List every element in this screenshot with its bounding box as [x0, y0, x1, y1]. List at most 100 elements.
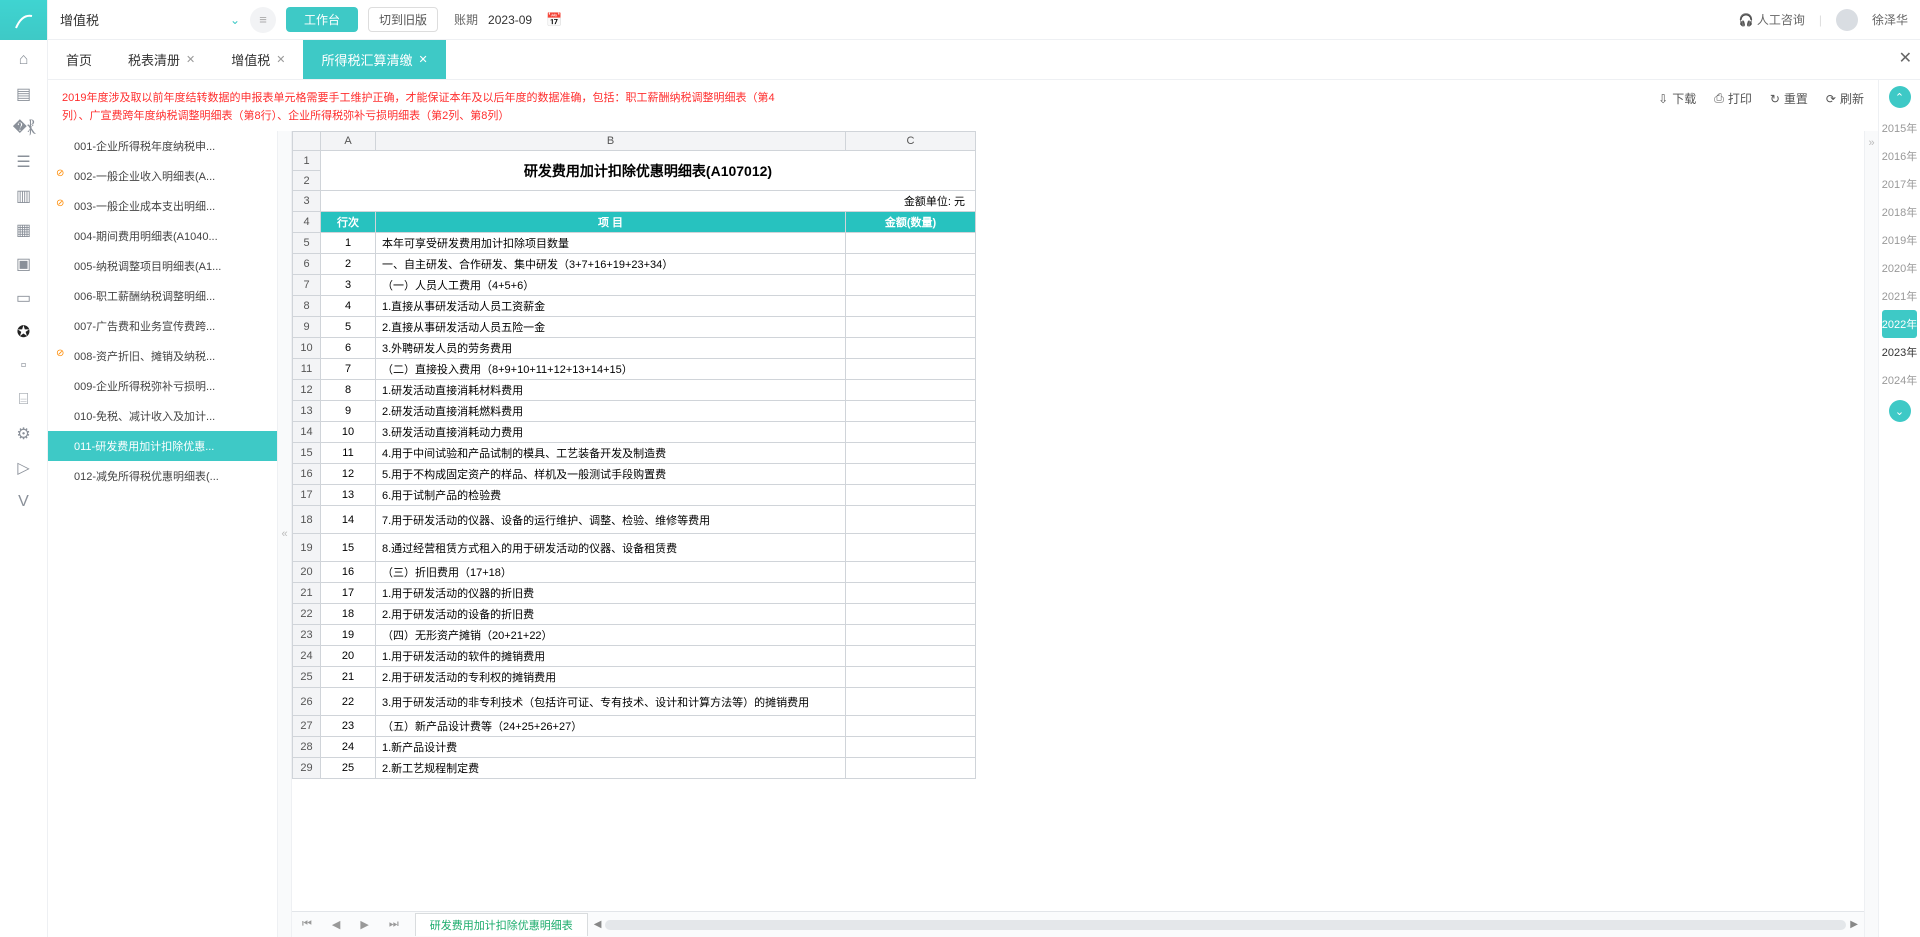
item-cell[interactable]: 1.研发活动直接消耗材料费用	[376, 380, 846, 401]
line-number-cell[interactable]: 7	[321, 359, 376, 380]
line-number-cell[interactable]: 16	[321, 562, 376, 583]
row-header[interactable]: 6	[293, 254, 321, 275]
close-icon[interactable]: ✕	[419, 53, 428, 66]
item-cell[interactable]: 6.用于试制产品的检验费	[376, 485, 846, 506]
form-list-item[interactable]: ⊘002-一般企业收入明细表(A...	[48, 161, 277, 191]
collapse-left-handle[interactable]: «	[278, 131, 292, 937]
year-item[interactable]: 2022年	[1882, 310, 1917, 338]
line-number-cell[interactable]: 8	[321, 380, 376, 401]
year-item[interactable]: 2023年	[1882, 338, 1917, 366]
amount-cell[interactable]	[846, 625, 976, 646]
sheet-prev-all[interactable]: ⏮	[292, 918, 322, 931]
year-item[interactable]: 2020年	[1882, 254, 1917, 282]
consult-link[interactable]: 🎧 人工咨询	[1739, 11, 1805, 28]
row-header[interactable]: 28	[293, 737, 321, 758]
row-header[interactable]: 17	[293, 485, 321, 506]
row-header[interactable]: 10	[293, 338, 321, 359]
nav-building-icon[interactable]: ▣	[14, 254, 34, 274]
line-number-cell[interactable]: 14	[321, 506, 376, 534]
row-header[interactable]: 12	[293, 380, 321, 401]
col-header-c[interactable]: C	[846, 132, 976, 151]
amount-cell[interactable]	[846, 758, 976, 779]
line-number-cell[interactable]: 24	[321, 737, 376, 758]
row-header[interactable]: 16	[293, 464, 321, 485]
amount-cell[interactable]	[846, 296, 976, 317]
amount-cell[interactable]	[846, 422, 976, 443]
item-cell[interactable]: （四）无形资产摊销（20+21+22）	[376, 625, 846, 646]
line-number-cell[interactable]: 9	[321, 401, 376, 422]
nav-chart-icon[interactable]: �⳩	[14, 118, 34, 138]
nav-clipboard-icon[interactable]: ▥	[14, 186, 34, 206]
close-all-tabs[interactable]: ✕	[1899, 48, 1912, 68]
amount-cell[interactable]	[846, 562, 976, 583]
year-up-button[interactable]: ⌃	[1889, 86, 1911, 108]
tab-income-tax[interactable]: 所得税汇算清缴✕	[303, 40, 445, 79]
spreadsheet[interactable]: A B C 1研发费用加计扣除优惠明细表(A107012) 2 3金额单位: 元…	[292, 131, 1864, 911]
line-number-cell[interactable]: 5	[321, 317, 376, 338]
nav-report-icon[interactable]: ▦	[14, 220, 34, 240]
refresh-button[interactable]: ⟳ 刷新	[1826, 90, 1864, 107]
line-number-cell[interactable]: 15	[321, 534, 376, 562]
nav-archive-icon[interactable]: ▫	[14, 356, 34, 376]
year-item[interactable]: 2017年	[1882, 170, 1917, 198]
amount-cell[interactable]	[846, 464, 976, 485]
amount-cell[interactable]	[846, 583, 976, 604]
nav-settings-icon[interactable]: ⚙	[14, 424, 34, 444]
item-cell[interactable]: 1.用于研发活动的软件的摊销费用	[376, 646, 846, 667]
amount-cell[interactable]	[846, 534, 976, 562]
tab-home[interactable]: 首页	[48, 40, 110, 79]
row-header[interactable]: 23	[293, 625, 321, 646]
switch-old-button[interactable]: 切到旧版	[368, 7, 438, 32]
item-cell[interactable]: 8.通过经营租赁方式租入的用于研发活动的仪器、设备租赁费	[376, 534, 846, 562]
item-cell[interactable]: 4.用于中间试验和产品试制的模具、工艺装备开发及制造费	[376, 443, 846, 464]
amount-cell[interactable]	[846, 317, 976, 338]
nav-inbox-icon[interactable]: ⌸	[14, 390, 34, 410]
download-button[interactable]: ⇩ 下载	[1658, 90, 1696, 107]
form-list-item[interactable]: 005-纳税调整项目明细表(A1...	[48, 251, 277, 281]
expand-right-handle[interactable]: »	[1864, 131, 1878, 937]
line-number-cell[interactable]: 11	[321, 443, 376, 464]
line-number-cell[interactable]: 1	[321, 233, 376, 254]
tab-vat[interactable]: 增值税✕	[213, 40, 303, 79]
form-list-item[interactable]: ⊘003-一般企业成本支出明细...	[48, 191, 277, 221]
nav-home-icon[interactable]: ⌂	[14, 50, 34, 70]
workbench-button[interactable]: 工作台	[286, 7, 358, 32]
row-header[interactable]: 19	[293, 534, 321, 562]
year-item[interactable]: 2016年	[1882, 142, 1917, 170]
col-header-b[interactable]: B	[376, 132, 846, 151]
reset-button[interactable]: ↻ 重置	[1770, 90, 1808, 107]
row-header[interactable]: 8	[293, 296, 321, 317]
item-cell[interactable]: （五）新产品设计费等（24+25+26+27）	[376, 716, 846, 737]
item-cell[interactable]: （二）直接投入费用（8+9+10+11+12+13+14+15）	[376, 359, 846, 380]
line-number-cell[interactable]: 21	[321, 667, 376, 688]
row-header[interactable]: 22	[293, 604, 321, 625]
year-down-button[interactable]: ⌄	[1889, 400, 1911, 422]
amount-cell[interactable]	[846, 338, 976, 359]
row-header[interactable]: 5	[293, 233, 321, 254]
amount-cell[interactable]	[846, 275, 976, 296]
item-cell[interactable]: 本年可享受研发费用加计扣除项目数量	[376, 233, 846, 254]
line-number-cell[interactable]: 4	[321, 296, 376, 317]
row-header[interactable]: 29	[293, 758, 321, 779]
line-number-cell[interactable]: 19	[321, 625, 376, 646]
item-cell[interactable]: 2.研发活动直接消耗燃料费用	[376, 401, 846, 422]
close-icon[interactable]: ✕	[276, 53, 285, 66]
row-header[interactable]: 11	[293, 359, 321, 380]
amount-cell[interactable]	[846, 254, 976, 275]
amount-cell[interactable]	[846, 359, 976, 380]
line-number-cell[interactable]: 13	[321, 485, 376, 506]
scroll-right[interactable]: ▶	[1850, 919, 1858, 930]
form-list-item[interactable]: 006-职工薪酬纳税调整明细...	[48, 281, 277, 311]
line-number-cell[interactable]: 3	[321, 275, 376, 296]
amount-cell[interactable]	[846, 667, 976, 688]
line-number-cell[interactable]: 25	[321, 758, 376, 779]
amount-cell[interactable]	[846, 233, 976, 254]
item-cell[interactable]: 2.用于研发活动的设备的折旧费	[376, 604, 846, 625]
h-scrollbar[interactable]	[605, 920, 1846, 930]
item-cell[interactable]: 一、自主研发、合作研发、集中研发（3+7+16+19+23+34）	[376, 254, 846, 275]
sheet-tab[interactable]: 研发费用加计扣除优惠明细表	[415, 913, 588, 936]
row-header[interactable]: 20	[293, 562, 321, 583]
item-cell[interactable]: 2.新工艺规程制定费	[376, 758, 846, 779]
amount-cell[interactable]	[846, 401, 976, 422]
sheet-next[interactable]: ▶	[350, 918, 378, 931]
